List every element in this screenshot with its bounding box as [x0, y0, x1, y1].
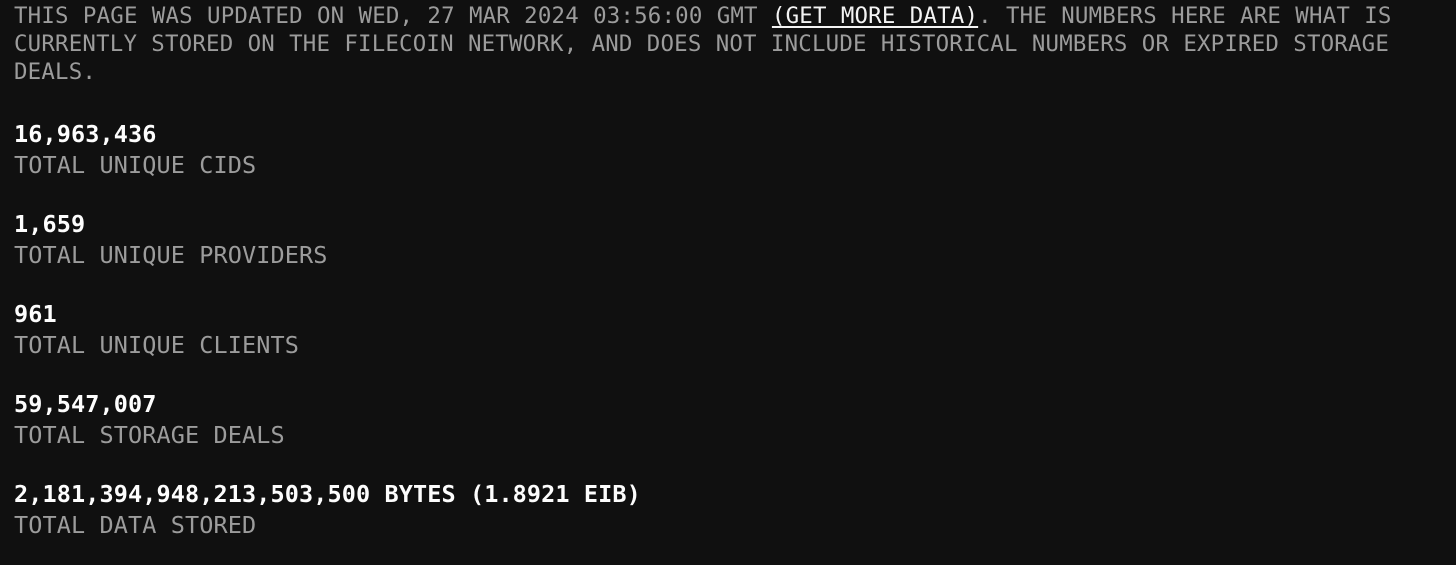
stat-value: 2,181,394,948,213,503,500 BYTES (1.8921 …: [14, 480, 641, 508]
stat-value: 1,659: [14, 210, 86, 238]
stat-label: TOTAL UNIQUE PROVIDERS: [14, 241, 328, 269]
stats-page: THIS PAGE WAS UPDATED ON WED, 27 MAR 202…: [0, 0, 1456, 565]
stat-label: TOTAL STORAGE DEALS: [14, 421, 285, 449]
stat-value: 59,547,007: [14, 390, 157, 418]
stat-label: TOTAL UNIQUE CLIENTS: [14, 331, 299, 359]
stat-label: TOTAL UNIQUE CIDS: [14, 151, 257, 179]
get-more-data-link[interactable]: (GET MORE DATA): [772, 3, 978, 29]
stat-total-unique-cids: 16,963,436 TOTAL UNIQUE CIDS: [14, 119, 1442, 181]
stats-list: 16,963,436 TOTAL UNIQUE CIDS 1,659 TOTAL…: [14, 119, 1442, 541]
stat-value: 961: [14, 300, 57, 328]
stat-value: 16,963,436: [14, 120, 157, 148]
stat-total-storage-deals: 59,547,007 TOTAL STORAGE DEALS: [14, 389, 1442, 451]
update-notice-lead: THIS PAGE WAS UPDATED ON WED, 27 MAR 202…: [14, 3, 772, 29]
stat-label: TOTAL DATA STORED: [14, 511, 257, 539]
stat-total-unique-providers: 1,659 TOTAL UNIQUE PROVIDERS: [14, 209, 1442, 271]
update-notice: THIS PAGE WAS UPDATED ON WED, 27 MAR 202…: [14, 0, 1442, 86]
stat-total-data-stored: 2,181,394,948,213,503,500 BYTES (1.8921 …: [14, 479, 1442, 541]
stat-total-unique-clients: 961 TOTAL UNIQUE CLIENTS: [14, 299, 1442, 361]
